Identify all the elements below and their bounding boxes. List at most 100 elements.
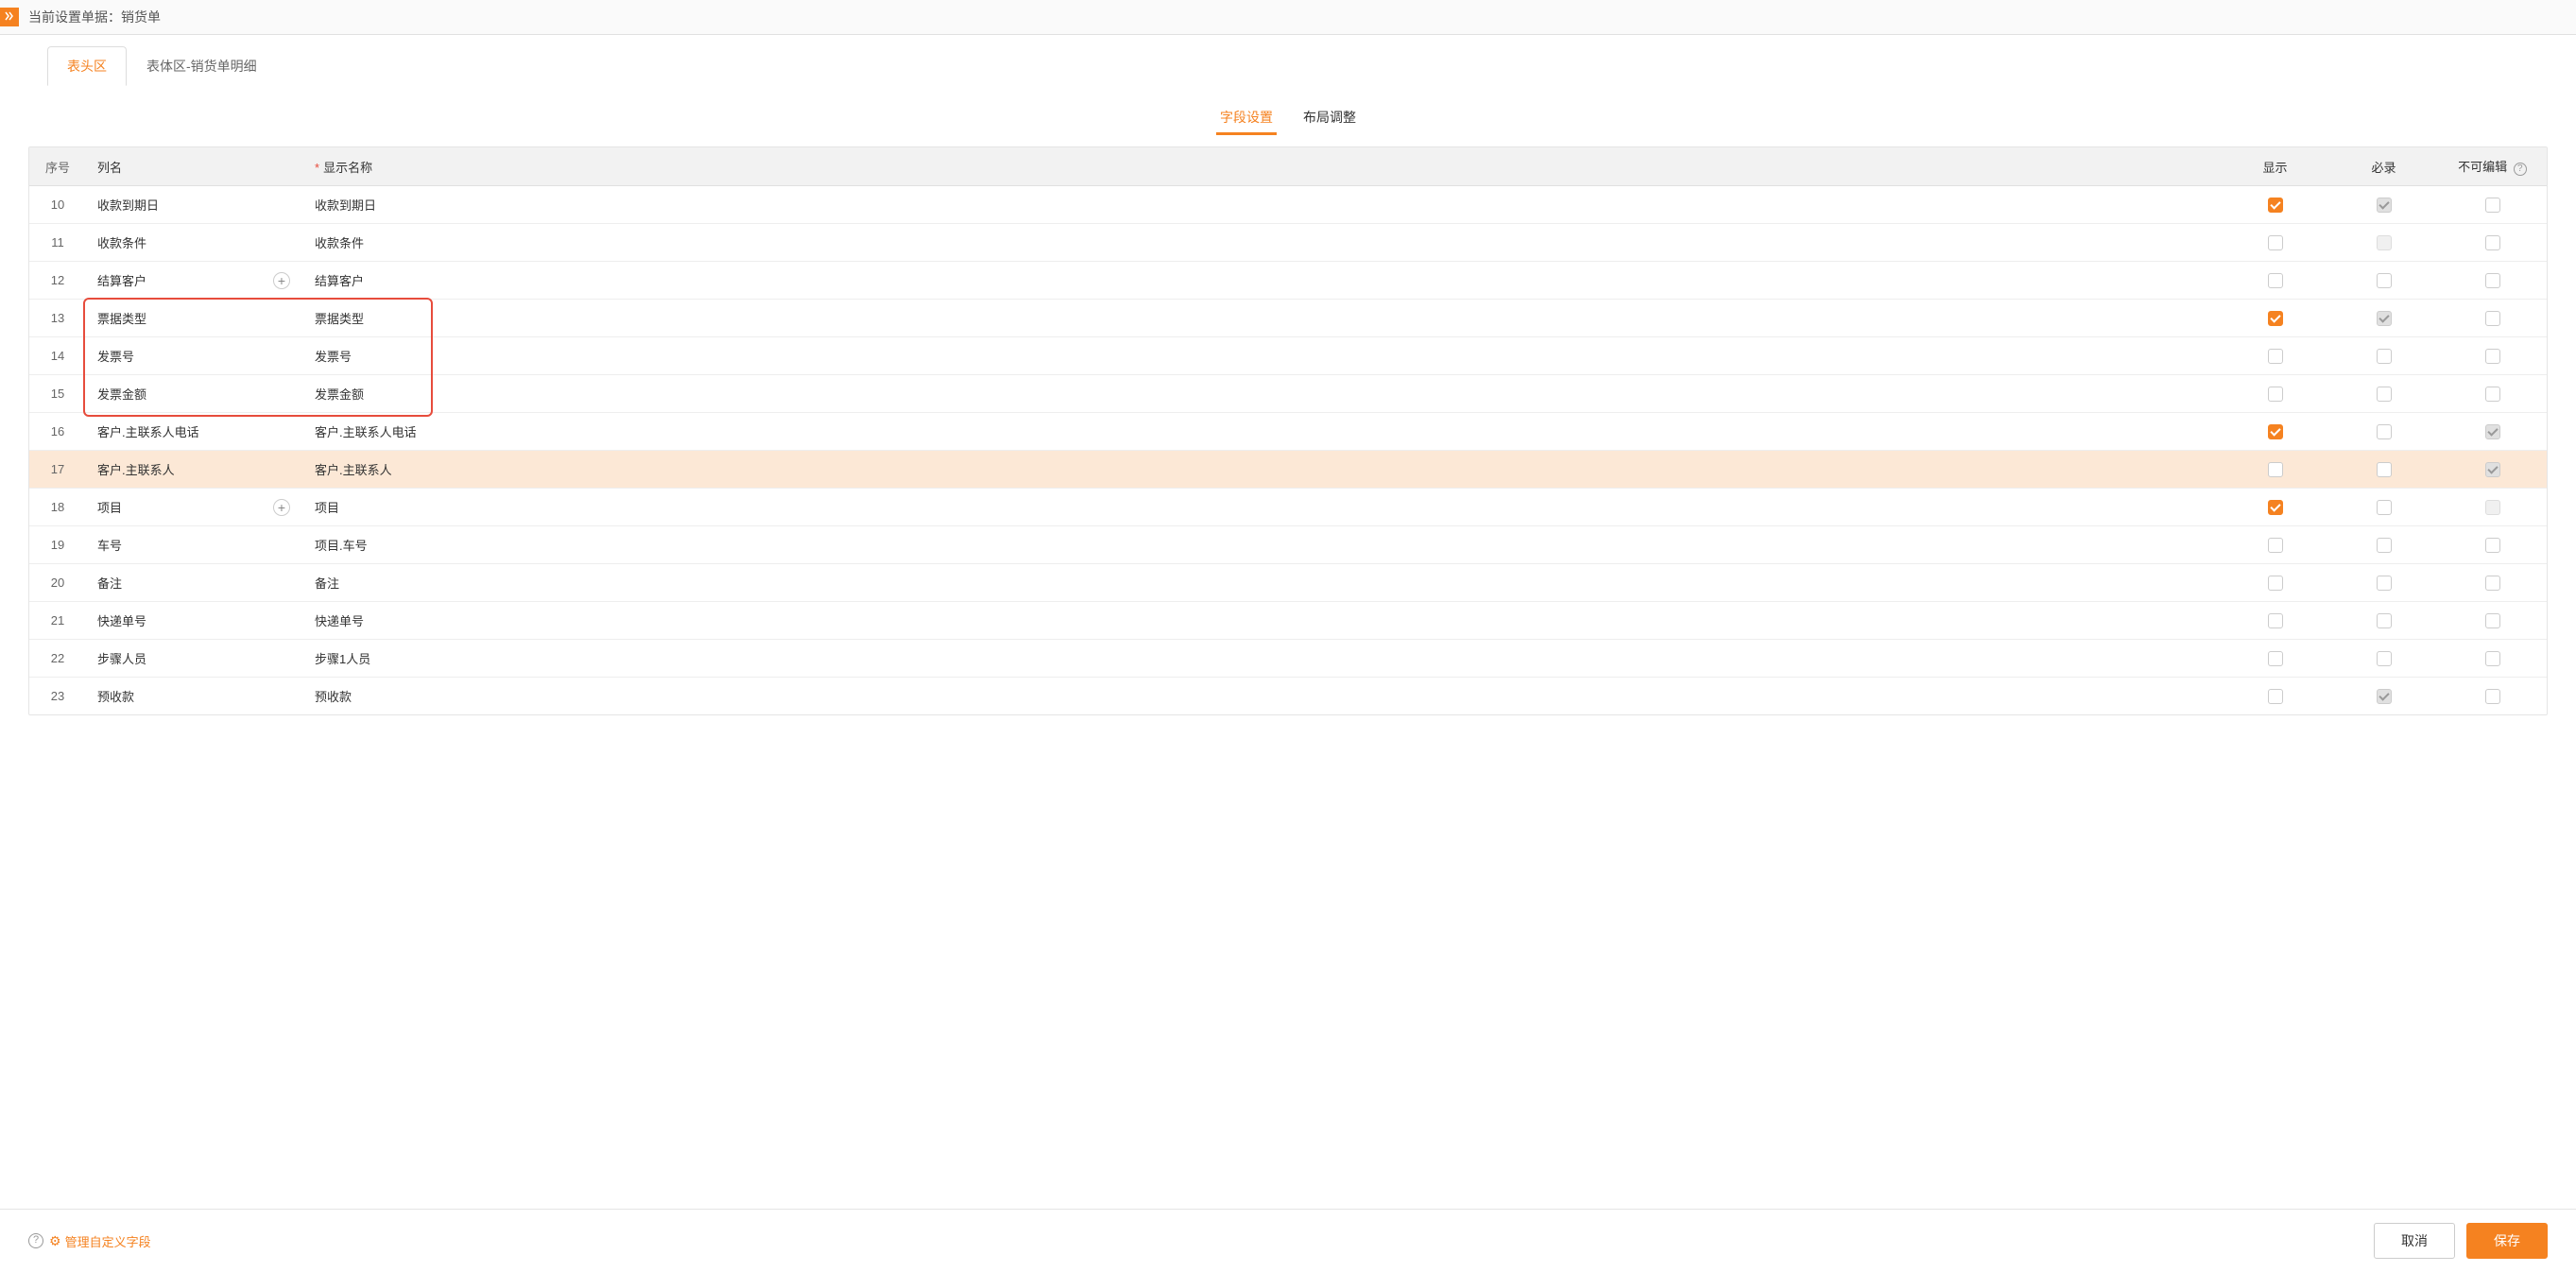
cell-col-name: 收款条件 xyxy=(86,224,303,262)
checkbox-show[interactable] xyxy=(2268,651,2283,666)
cell-required xyxy=(2329,602,2438,640)
checkbox-required[interactable] xyxy=(2377,613,2392,628)
checkbox-non-editable[interactable] xyxy=(2485,651,2500,666)
checkbox-non-editable[interactable] xyxy=(2485,273,2500,288)
checkbox-show[interactable] xyxy=(2268,235,2283,250)
table-row: 12结算客户+结算客户 xyxy=(29,262,2547,300)
cell-non-editable xyxy=(2438,413,2547,451)
cell-display-name[interactable]: 步骤1人员 xyxy=(303,640,2221,678)
th-display-name-label: 显示名称 xyxy=(323,161,372,175)
checkbox-required[interactable] xyxy=(2377,538,2392,553)
checkbox-show[interactable] xyxy=(2268,273,2283,288)
cell-display-name[interactable]: 结算客户 xyxy=(303,262,2221,300)
table-row: 15发票金额发票金额 xyxy=(29,375,2547,413)
checkbox-show[interactable] xyxy=(2268,424,2283,439)
cell-display-name[interactable]: 发票金额 xyxy=(303,375,2221,413)
checkbox-show[interactable] xyxy=(2268,576,2283,591)
checkbox-show[interactable] xyxy=(2268,538,2283,553)
header-title: 当前设置单据：销货单 xyxy=(28,8,161,26)
cell-display-name[interactable]: 客户.主联系人 xyxy=(303,451,2221,489)
cell-required xyxy=(2329,678,2438,715)
cell-display-name[interactable]: 收款条件 xyxy=(303,224,2221,262)
checkbox-required[interactable] xyxy=(2377,424,2392,439)
checkbox-non-editable[interactable] xyxy=(2485,689,2500,704)
checkbox-show[interactable] xyxy=(2268,349,2283,364)
footer: ? ⚙ 管理自定义字段 取消 保存 xyxy=(0,1209,2576,1272)
help-icon[interactable]: ? xyxy=(2514,163,2527,176)
cell-display-name[interactable]: 收款到期日 xyxy=(303,186,2221,224)
add-icon[interactable]: + xyxy=(273,499,290,516)
cell-non-editable xyxy=(2438,602,2547,640)
cell-col-name: 快递单号 xyxy=(86,602,303,640)
cell-seq: 17 xyxy=(29,451,86,489)
cell-show xyxy=(2221,375,2329,413)
checkbox-required[interactable] xyxy=(2377,349,2392,364)
cell-col-name: 发票号 xyxy=(86,337,303,375)
manage-custom-fields-link[interactable]: ⚙ 管理自定义字段 xyxy=(49,1232,151,1250)
checkbox-show[interactable] xyxy=(2268,500,2283,515)
cell-col-name: 客户.主联系人电话 xyxy=(86,413,303,451)
cell-display-name[interactable]: 项目 xyxy=(303,489,2221,526)
save-button[interactable]: 保存 xyxy=(2466,1223,2548,1259)
checkbox-non-editable[interactable] xyxy=(2485,538,2500,553)
checkbox-required xyxy=(2377,235,2392,250)
collapse-toggle[interactable] xyxy=(0,8,19,26)
checkbox-non-editable[interactable] xyxy=(2485,311,2500,326)
table-wrap: 序号 列名 *显示名称 显示 必录 不可编辑 ? 10收款到期日收款到期日11收… xyxy=(28,146,2548,715)
checkbox-show[interactable] xyxy=(2268,689,2283,704)
cell-required xyxy=(2329,451,2438,489)
cell-non-editable xyxy=(2438,300,2547,337)
checkbox-non-editable xyxy=(2485,462,2500,477)
cell-seq: 16 xyxy=(29,413,86,451)
cell-show xyxy=(2221,489,2329,526)
checkbox-required[interactable] xyxy=(2377,651,2392,666)
table-row: 11收款条件收款条件 xyxy=(29,224,2547,262)
footer-left: ? ⚙ 管理自定义字段 xyxy=(28,1232,151,1250)
checkbox-non-editable[interactable] xyxy=(2485,235,2500,250)
checkbox-show[interactable] xyxy=(2268,311,2283,326)
cell-col-name: 车号 xyxy=(86,526,303,564)
cell-required xyxy=(2329,224,2438,262)
checkbox-show[interactable] xyxy=(2268,198,2283,213)
checkbox-non-editable[interactable] xyxy=(2485,387,2500,402)
checkbox-required[interactable] xyxy=(2377,576,2392,591)
sub-tabs: 字段设置布局调整 xyxy=(28,102,2548,135)
cell-display-name[interactable]: 预收款 xyxy=(303,678,2221,715)
cell-display-name[interactable]: 快递单号 xyxy=(303,602,2221,640)
checkbox-required[interactable] xyxy=(2377,273,2392,288)
cancel-button[interactable]: 取消 xyxy=(2374,1223,2455,1259)
sub-tab-0[interactable]: 字段设置 xyxy=(1216,102,1277,135)
cell-non-editable xyxy=(2438,337,2547,375)
cell-display-name[interactable]: 项目.车号 xyxy=(303,526,2221,564)
checkbox-show[interactable] xyxy=(2268,387,2283,402)
cell-seq: 12 xyxy=(29,262,86,300)
area-tab-1[interactable]: 表体区-销货单明细 xyxy=(127,46,277,85)
cell-col-name: 发票金额 xyxy=(86,375,303,413)
sub-tab-1[interactable]: 布局调整 xyxy=(1299,102,1360,135)
cell-seq: 18 xyxy=(29,489,86,526)
table-row: 20备注备注 xyxy=(29,564,2547,602)
cell-show xyxy=(2221,451,2329,489)
help-circle-icon[interactable]: ? xyxy=(28,1233,43,1248)
cell-seq: 19 xyxy=(29,526,86,564)
checkbox-non-editable[interactable] xyxy=(2485,198,2500,213)
checkbox-required[interactable] xyxy=(2377,500,2392,515)
checkbox-show[interactable] xyxy=(2268,462,2283,477)
checkbox-required[interactable] xyxy=(2377,462,2392,477)
checkbox-non-editable[interactable] xyxy=(2485,613,2500,628)
checkbox-required[interactable] xyxy=(2377,387,2392,402)
cell-display-name[interactable]: 客户.主联系人电话 xyxy=(303,413,2221,451)
add-icon[interactable]: + xyxy=(273,272,290,289)
area-tab-0[interactable]: 表头区 xyxy=(47,46,127,86)
cell-show xyxy=(2221,564,2329,602)
th-non-editable: 不可编辑 ? xyxy=(2438,147,2547,186)
checkbox-non-editable[interactable] xyxy=(2485,349,2500,364)
cell-display-name[interactable]: 发票号 xyxy=(303,337,2221,375)
cell-display-name[interactable]: 票据类型 xyxy=(303,300,2221,337)
cell-seq: 10 xyxy=(29,186,86,224)
cell-show xyxy=(2221,413,2329,451)
cell-show xyxy=(2221,224,2329,262)
checkbox-show[interactable] xyxy=(2268,613,2283,628)
checkbox-non-editable[interactable] xyxy=(2485,576,2500,591)
cell-display-name[interactable]: 备注 xyxy=(303,564,2221,602)
